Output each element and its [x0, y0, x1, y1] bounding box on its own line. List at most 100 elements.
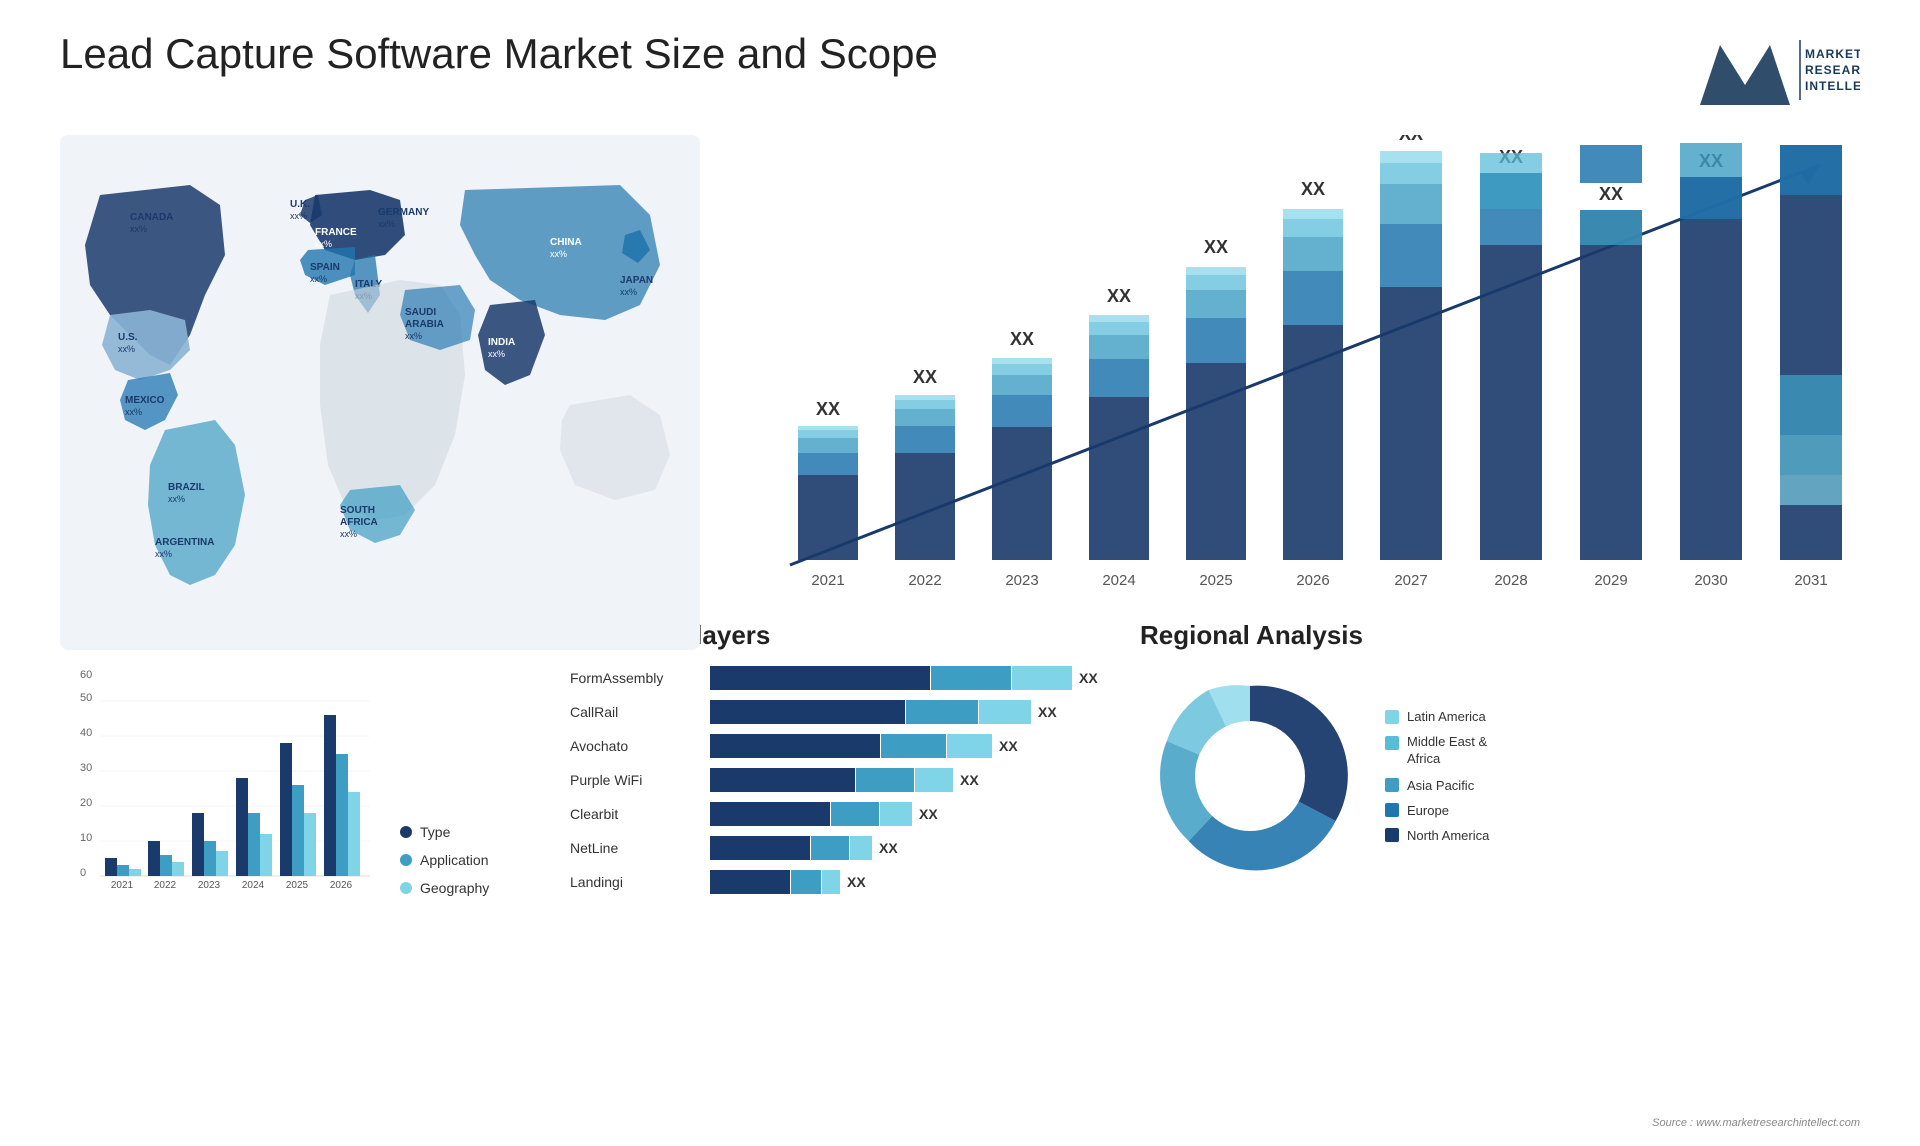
svg-text:ARGENTINA: ARGENTINA: [155, 537, 214, 548]
svg-text:2030: 2030: [1694, 572, 1727, 589]
legend-type-label: Type: [420, 824, 450, 840]
svg-text:2021: 2021: [111, 880, 134, 891]
player-val-2: XX: [999, 738, 1018, 754]
svg-text:GERMANY: GERMANY: [378, 207, 429, 218]
legend-apac-dot: [1385, 778, 1399, 792]
key-players-section: Top Key Players FormAssembly XX CallRail: [570, 620, 1110, 904]
legend-na-label: North America: [1407, 828, 1489, 843]
svg-text:2021: 2021: [811, 572, 844, 589]
legend-apac-label: Asia Pacific: [1407, 778, 1474, 793]
svg-text:SAUDI: SAUDI: [405, 307, 436, 318]
player-name-1: CallRail: [570, 704, 700, 720]
svg-text:2026: 2026: [1296, 572, 1329, 589]
player-bar-mid-3: [856, 768, 914, 792]
svg-text:2029: 2029: [1594, 572, 1627, 589]
svg-text:xx%: xx%: [125, 407, 142, 417]
svg-text:xx%: xx%: [550, 249, 567, 259]
donut-chart: [1140, 666, 1360, 886]
player-bar-dark-6: [710, 870, 790, 894]
svg-text:0: 0: [80, 867, 86, 879]
segmentation-chart: 0 10 20 30 40 50 60: [60, 666, 380, 896]
svg-text:xx%: xx%: [168, 494, 185, 504]
player-name-6: Landingi: [570, 874, 700, 890]
segmentation-section: Market Segmentation 0 10 20 30 40 50 60: [60, 620, 540, 904]
legend-europe-label: Europe: [1407, 803, 1449, 818]
player-bar-dark-1: [710, 700, 905, 724]
player-row-1: CallRail XX: [570, 700, 1110, 724]
legend-app-label: Application: [420, 852, 489, 868]
player-name-4: Clearbit: [570, 806, 700, 822]
svg-text:XX: XX: [1204, 237, 1228, 257]
legend-mea-dot: [1385, 736, 1399, 750]
svg-text:2027: 2027: [1394, 572, 1427, 589]
player-bar-light-3: [915, 768, 953, 792]
svg-text:xx%: xx%: [315, 239, 332, 249]
legend-geography: Geography: [400, 880, 489, 896]
player-name-5: NetLine: [570, 840, 700, 856]
player-row-5: NetLine XX: [570, 836, 1110, 860]
player-name-2: Avochato: [570, 738, 700, 754]
svg-text:xx%: xx%: [378, 219, 395, 229]
legend-latin: Latin America: [1385, 709, 1489, 724]
player-row-6: Landingi XX: [570, 870, 1110, 894]
logo-svg: MARKET RESEARCH INTELLECT: [1690, 30, 1860, 115]
svg-text:2025: 2025: [1199, 572, 1232, 589]
legend-latin-dot: [1385, 710, 1399, 724]
svg-text:xx%: xx%: [118, 344, 135, 354]
player-bar-dark-2: [710, 734, 880, 758]
player-name-0: FormAssembly: [570, 670, 700, 686]
player-val-3: XX: [960, 772, 979, 788]
player-bar-light-1: [979, 700, 1031, 724]
player-val-1: XX: [1038, 704, 1057, 720]
svg-text:INDIA: INDIA: [488, 337, 515, 348]
svg-text:RESEARCH: RESEARCH: [1805, 63, 1860, 77]
svg-text:MARKET: MARKET: [1805, 47, 1860, 61]
player-bar-light-4: [880, 802, 912, 826]
player-row-2: Avochato XX: [570, 734, 1110, 758]
svg-text:2023: 2023: [1005, 572, 1038, 589]
svg-text:2022: 2022: [154, 880, 177, 891]
svg-text:2023: 2023: [198, 880, 221, 891]
legend-latin-label: Latin America: [1407, 709, 1486, 724]
player-name-3: Purple WiFi: [570, 772, 700, 788]
svg-text:40: 40: [80, 727, 92, 739]
player-bar-mid-0: [931, 666, 1011, 690]
legend-type: Type: [400, 824, 489, 840]
svg-text:BRAZIL: BRAZIL: [168, 482, 205, 493]
page-title: Lead Capture Software Market Size and Sc…: [60, 30, 938, 78]
svg-text:xx%: xx%: [620, 287, 637, 297]
world-map-section: CANADA xx% U.S. xx% MEXICO xx% BRAZIL xx…: [60, 135, 700, 650]
svg-text:xx%: xx%: [310, 274, 327, 284]
player-bar-dark-3: [710, 768, 855, 792]
player-row-4: Clearbit XX: [570, 802, 1110, 826]
player-bar-light-6: [822, 870, 840, 894]
svg-text:2025: 2025: [286, 880, 309, 891]
player-bar-dark-4: [710, 802, 830, 826]
svg-text:30: 30: [80, 762, 92, 774]
players-list: FormAssembly XX CallRail XX: [570, 666, 1110, 894]
svg-text:2024: 2024: [242, 880, 265, 891]
player-bar-mid-6: [791, 870, 821, 894]
svg-text:XX: XX: [1107, 286, 1131, 306]
svg-text:ARABIA: ARABIA: [405, 319, 444, 330]
svg-text:XX: XX: [1010, 329, 1034, 349]
regional-section: Regional Analysis: [1140, 620, 1860, 904]
legend-application: Application: [400, 852, 489, 868]
svg-text:SPAIN: SPAIN: [310, 262, 340, 273]
legend-europe-dot: [1385, 803, 1399, 817]
player-val-0: XX: [1079, 670, 1098, 686]
growth-chart-section: XX 2021 XX 2022 XX 2023: [720, 135, 1860, 650]
svg-text:10: 10: [80, 832, 92, 844]
player-bar-light-0: [1012, 666, 1072, 690]
svg-text:XX: XX: [1399, 135, 1423, 144]
legend-europe: Europe: [1385, 803, 1489, 818]
legend-app-dot: [400, 854, 412, 866]
player-row-0: FormAssembly XX: [570, 666, 1110, 690]
segmentation-legend: Type Application Geography: [400, 824, 489, 896]
regional-legend: Latin America Middle East &Africa Asia P…: [1385, 709, 1489, 843]
svg-text:xx%: xx%: [405, 331, 422, 341]
svg-text:XX: XX: [1799, 135, 1823, 139]
player-row-3: Purple WiFi XX: [570, 768, 1110, 792]
svg-text:AFRICA: AFRICA: [340, 517, 378, 528]
legend-geo-label: Geography: [420, 880, 489, 896]
